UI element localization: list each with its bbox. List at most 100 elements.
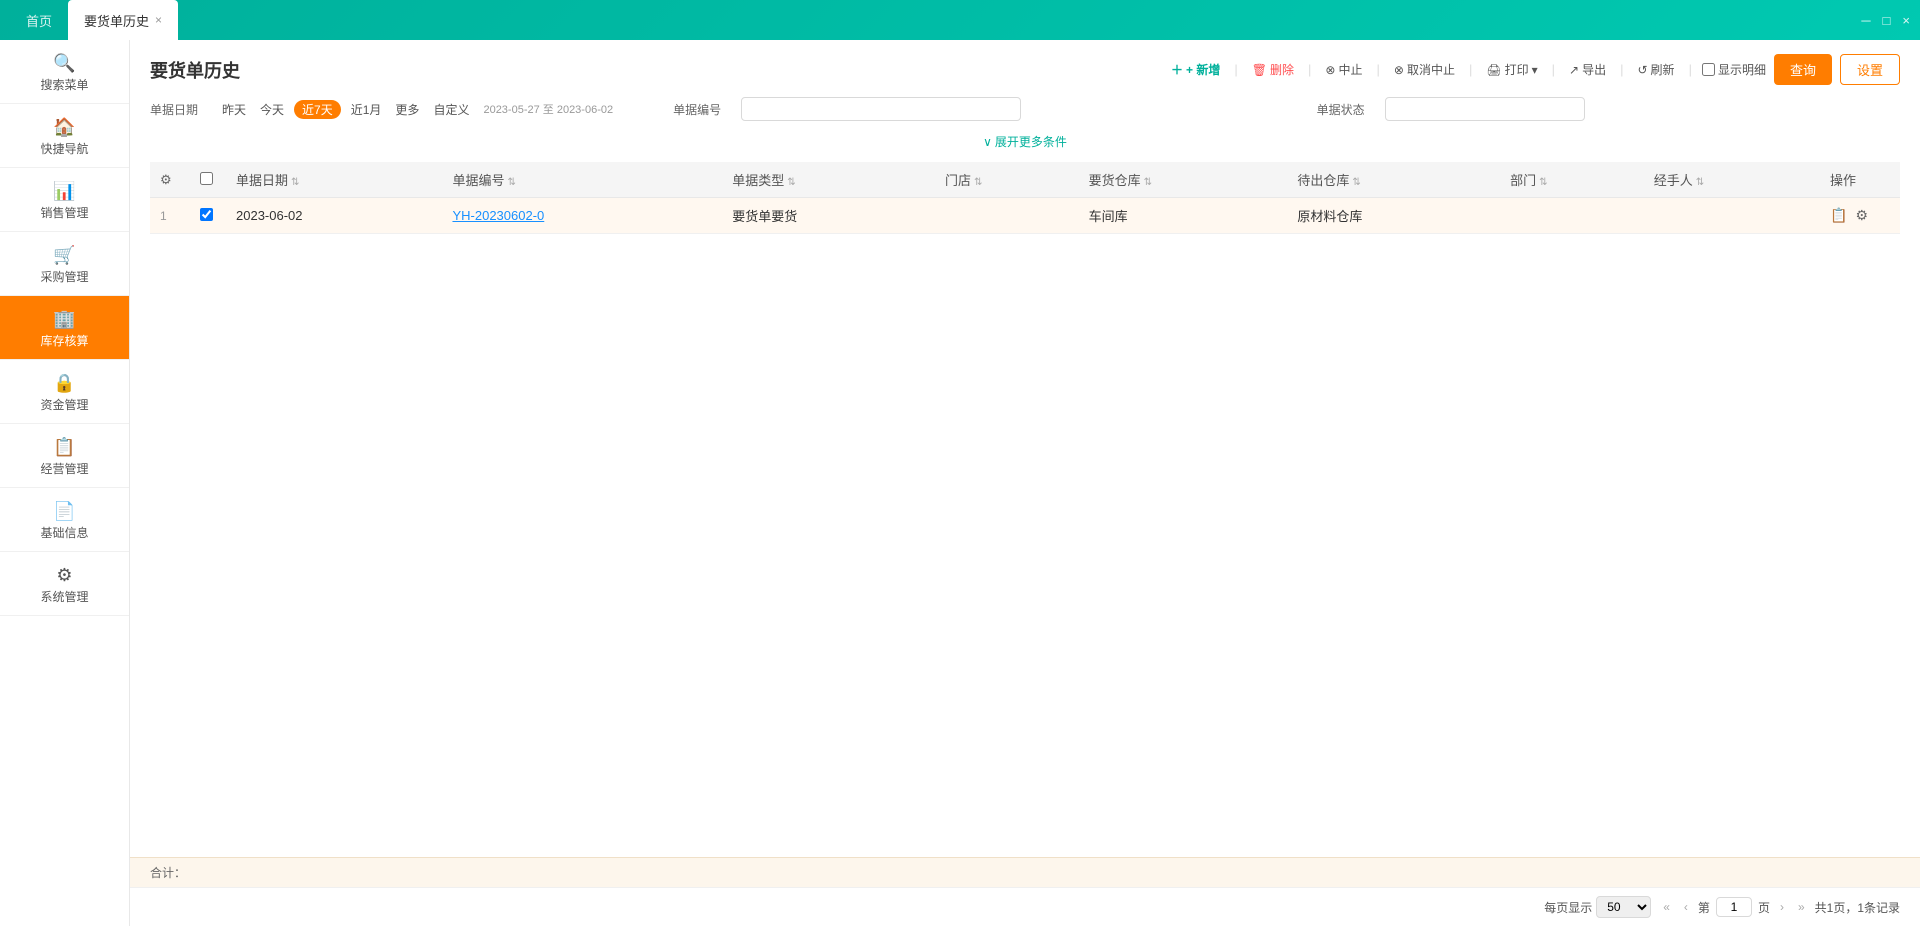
th-pending-warehouse[interactable]: 待出仓库 [1287,162,1500,198]
filter-row-1: 单据日期 昨天 今天 近7天 近1月 更多 自定义 2023-05-27 至 2… [150,97,1900,121]
select-all-checkbox[interactable] [200,172,213,185]
th-store[interactable]: 门店 [935,162,1079,198]
expand-more-btn[interactable]: ∨ 展开更多条件 [150,129,1900,154]
sidebar: 🔍 搜索菜单 🏠 快捷导航 📊 销售管理 🛒 采购管理 🏢 库存核算 🔒 资金管… [0,40,130,926]
print-icon: 🖨 [1486,63,1501,77]
th-handler[interactable]: 经手人 [1644,162,1820,198]
th-req-warehouse[interactable]: 要货仓库 [1079,162,1288,198]
stop-label: 中止 [1338,61,1362,78]
refresh-label: 刷新 [1651,61,1675,78]
total-label: 合计： [150,866,186,880]
date-range-display: 2023-05-27 至 2023-06-02 [483,101,613,117]
date-btn-custom[interactable]: 自定义 [429,100,473,119]
display-detail-checkbox[interactable] [1702,63,1715,76]
page-suffix: 页 [1758,899,1770,916]
th-checkbox [190,162,226,198]
sidebar-item-purchase-mgmt-label: 采购管理 [40,268,88,285]
date-btn-more[interactable]: 更多 [391,100,423,119]
row-doc-date: 2023-06-02 [226,198,442,234]
th-doc-no[interactable]: 单据编号 [442,162,722,198]
doc-no-input[interactable] [741,97,1021,121]
th-gear[interactable]: ⚙ [150,162,190,198]
sidebar-item-inventory-calc[interactable]: 🏢 库存核算 [0,296,129,360]
date-btn-yesterday[interactable]: 昨天 [218,100,250,119]
page-input[interactable] [1716,897,1752,917]
window-maximize-btn[interactable]: □ [1883,13,1891,28]
row-checkbox[interactable] [200,208,213,221]
last-page-btn[interactable]: » [1794,898,1809,916]
tab-doc-history[interactable]: 要货单历史 × [68,0,178,40]
filter-area: 单据日期 昨天 今天 近7天 近1月 更多 自定义 2023-05-27 至 2… [130,85,1920,162]
first-page-btn[interactable]: « [1659,898,1674,916]
th-doc-type[interactable]: 单据类型 [722,162,935,198]
display-detail-label: 显示明细 [1718,61,1766,78]
basic-info-icon: 📄 [53,502,75,520]
sidebar-item-purchase-mgmt[interactable]: 🛒 采购管理 [0,232,129,296]
edit-action-icon[interactable]: ⚙ [1855,207,1868,224]
sales-mgmt-icon: 📊 [53,182,75,200]
new-icon: ＋ [1171,61,1183,78]
main-layout: 🔍 搜索菜单 🏠 快捷导航 📊 销售管理 🛒 采购管理 🏢 库存核算 🔒 资金管… [0,40,1920,926]
print-button[interactable]: 🖨 打印 ▾ [1482,59,1541,80]
delete-label: 删除 [1270,61,1294,78]
sidebar-item-finance-mgmt[interactable]: 🔒 资金管理 [0,360,129,424]
page-label: 第 [1698,899,1710,916]
doc-status-select[interactable] [1385,97,1585,121]
sidebar-item-basic-info-label: 基础信息 [40,524,88,541]
page-title: 要货单历史 [150,57,240,83]
settings-button[interactable]: 设置 [1840,54,1900,85]
print-dropdown-icon: ▾ [1532,63,1538,77]
cancel-stop-button[interactable]: ⊗ 取消中止 [1390,59,1459,80]
sidebar-item-system-mgmt-label: 系统管理 [40,588,88,605]
row-actions: 📋 ⚙ [1820,198,1900,234]
cancel-stop-label: 取消中止 [1407,61,1455,78]
new-button[interactable]: ＋ + 新增 [1167,59,1224,80]
sidebar-item-basic-info[interactable]: 📄 基础信息 [0,488,129,552]
th-doc-date[interactable]: 单据日期 [226,162,442,198]
sidebar-item-sales-mgmt[interactable]: 📊 销售管理 [0,168,129,232]
page-nav: « ‹ 第 页 › » 共1页，1条记录 [1659,897,1900,917]
sidebar-item-ops-mgmt-label: 经营管理 [40,460,88,477]
query-button[interactable]: 查询 [1774,54,1832,85]
page-size-select[interactable]: 20 50 100 [1596,896,1651,918]
date-btn-7days[interactable]: 近7天 [294,100,341,119]
prev-page-btn[interactable]: ‹ [1680,898,1692,916]
sidebar-item-quick-nav[interactable]: 🏠 快捷导航 [0,104,129,168]
export-button[interactable]: ↗ 导出 [1565,59,1610,80]
row-doc-no[interactable]: YH-20230602-0 [442,198,722,234]
tab-home[interactable]: 首页 [10,0,68,40]
window-minimize-btn[interactable]: ─ [1861,13,1870,28]
view-action-icon[interactable]: 📋 [1830,207,1847,224]
top-right-controls: ─ □ × [1861,13,1910,28]
table-row: 1 2023-06-02 YH-20230602-0 要货单要货 车间库 原材料… [150,198,1900,234]
th-department[interactable]: 部门 [1500,162,1644,198]
refresh-button[interactable]: ↺ 刷新 [1633,59,1678,80]
gear-icon[interactable]: ⚙ [160,172,172,187]
next-page-btn[interactable]: › [1776,898,1788,916]
date-filter-label: 单据日期 [150,101,198,118]
sidebar-item-system-mgmt[interactable]: ⚙ 系统管理 [0,552,129,616]
export-icon: ↗ [1569,63,1579,77]
row-pending-warehouse: 原材料仓库 [1287,198,1500,234]
sidebar-item-search-menu-label: 搜索菜单 [40,76,88,93]
tab-close-icon[interactable]: × [155,13,162,27]
purchase-mgmt-icon: 🛒 [53,246,75,264]
display-detail-button[interactable]: 显示明细 [1702,61,1766,78]
th-action: 操作 [1820,162,1900,198]
delete-button[interactable]: 🗑 删除 [1248,59,1298,80]
row-req-warehouse: 车间库 [1079,198,1288,234]
page-header: 要货单历史 ＋ + 新增 | 🗑 删除 | ⊗ 中止 | ⊗ [130,40,1920,85]
date-btn-today[interactable]: 今天 [256,100,288,119]
sidebar-item-search-menu[interactable]: 🔍 搜索菜单 [0,40,129,104]
total-info: 共1页，1条记录 [1815,899,1900,916]
stop-button[interactable]: ⊗ 中止 [1321,59,1366,80]
row-handler [1644,198,1820,234]
toolbar: ＋ + 新增 | 🗑 删除 | ⊗ 中止 | ⊗ 取消中止 | [1167,54,1900,85]
date-btn-1month[interactable]: 近1月 [347,100,386,119]
doc-no-link[interactable]: YH-20230602-0 [452,208,544,223]
quick-nav-icon: 🏠 [53,118,75,136]
window-close-btn[interactable]: × [1902,13,1910,28]
filter-dates: 昨天 今天 近7天 近1月 更多 自定义 2023-05-27 至 2023-0… [218,100,613,119]
sidebar-item-ops-mgmt[interactable]: 📋 经营管理 [0,424,129,488]
row-department [1500,198,1644,234]
